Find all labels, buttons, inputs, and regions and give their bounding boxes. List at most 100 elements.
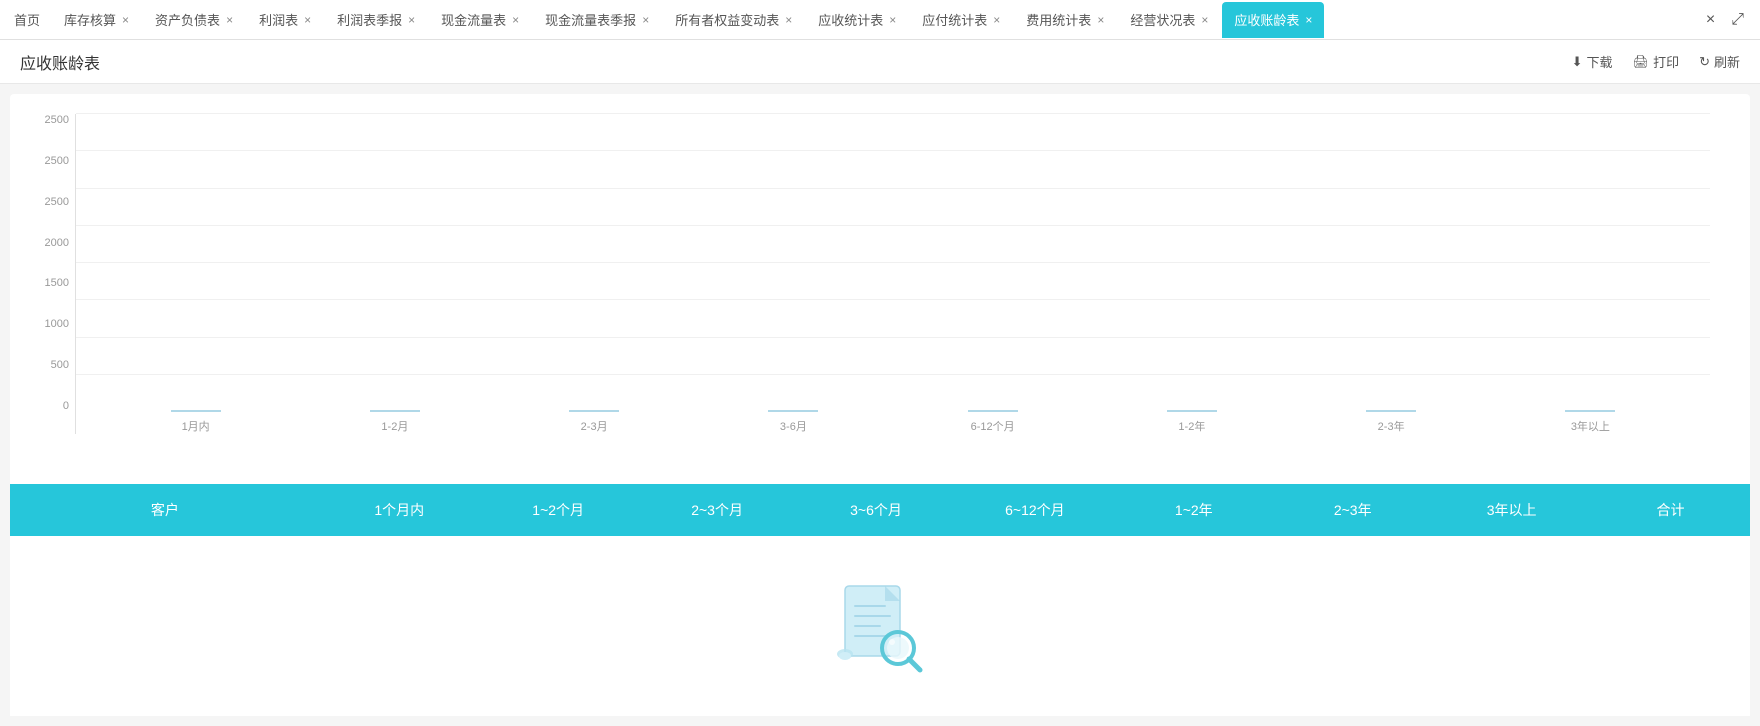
tab-aging-close[interactable]: × xyxy=(1305,13,1312,27)
tab-bar: 首页 库存核算 × 资产负债表 × 利润表 × 利润表季报 × 现金流量表 × … xyxy=(0,0,1760,40)
tab-cashflow-quarterly-close[interactable]: × xyxy=(642,13,649,27)
bar-2-3m xyxy=(569,410,619,412)
tab-payable-stat-label: 应付统计表 xyxy=(922,10,987,29)
refresh-label: 刷新 xyxy=(1714,52,1740,71)
download-icon: ⬇ xyxy=(1572,54,1583,70)
bar-6-12m xyxy=(968,410,1018,412)
tab-receivable-stat[interactable]: 应收统计表 × xyxy=(806,2,908,38)
tab-operation-close[interactable]: × xyxy=(1201,13,1208,27)
bar-group-1-2m xyxy=(350,410,440,412)
tab-inventory-close[interactable]: × xyxy=(122,13,129,27)
th-1m: 1个月内 xyxy=(320,500,479,520)
th-2-3y: 2~3年 xyxy=(1273,500,1432,520)
print-icon: 🖨 xyxy=(1633,54,1650,70)
tab-balance-close[interactable]: × xyxy=(226,13,233,27)
table-body xyxy=(10,536,1750,716)
th-3-6m: 3~6个月 xyxy=(797,500,956,520)
x-label-1-2y: 1-2年 xyxy=(1147,418,1237,434)
tab-profit-label: 利润表 xyxy=(259,10,298,29)
tab-balance[interactable]: 资产负债表 × xyxy=(143,2,245,38)
tab-receivable-stat-close[interactable]: × xyxy=(889,13,896,27)
x-label-2-3m: 2-3月 xyxy=(549,418,639,434)
x-label-3y-plus: 3年以上 xyxy=(1545,418,1635,434)
th-total: 合计 xyxy=(1591,500,1750,520)
refresh-button[interactable]: ↻ 刷新 xyxy=(1699,52,1740,71)
tab-profit-quarterly-label: 利润表季报 xyxy=(337,10,402,29)
y-label-2500b: 2500 xyxy=(30,155,75,167)
tab-cashflow-close[interactable]: × xyxy=(512,13,519,27)
bar-3y-plus xyxy=(1565,410,1615,412)
th-2-3m: 2~3个月 xyxy=(638,500,797,520)
page-title: 应收账龄表 xyxy=(20,50,100,74)
tab-expense-stat-label: 费用统计表 xyxy=(1026,10,1091,29)
tab-home-label: 首页 xyxy=(14,10,40,29)
th-6-12m: 6~12个月 xyxy=(955,500,1114,520)
tab-home[interactable]: 首页 xyxy=(4,2,50,38)
x-label-1m: 1月内 xyxy=(151,418,241,434)
tab-balance-label: 资产负债表 xyxy=(155,10,220,29)
window-close-button[interactable]: × xyxy=(1702,7,1719,33)
tab-cashflow[interactable]: 现金流量表 × xyxy=(429,2,531,38)
tab-operation[interactable]: 经营状况表 × xyxy=(1118,2,1220,38)
empty-state xyxy=(830,576,930,676)
th-customer: 客户 xyxy=(10,500,320,520)
chart-container: 0 500 1000 1500 2000 2500 2500 2500 xyxy=(30,114,1710,434)
bar-2-3y xyxy=(1366,410,1416,412)
bar-group-2-3y xyxy=(1346,410,1436,412)
bars-container xyxy=(76,114,1710,412)
tab-profit-quarterly[interactable]: 利润表季报 × xyxy=(325,2,427,38)
y-axis: 0 500 1000 1500 2000 2500 2500 2500 xyxy=(30,114,75,434)
bar-group-3-6m xyxy=(748,410,838,412)
empty-illustration xyxy=(830,576,930,676)
tab-profit-close[interactable]: × xyxy=(304,13,311,27)
window-maximize-button[interactable]: ⤢ xyxy=(1727,7,1748,33)
tab-cashflow-label: 现金流量表 xyxy=(441,10,506,29)
th-3y-plus: 3年以上 xyxy=(1432,500,1591,520)
tab-receivable-stat-label: 应收统计表 xyxy=(818,10,883,29)
tab-cashflow-quarterly[interactable]: 现金流量表季报 × xyxy=(533,2,661,38)
tab-inventory[interactable]: 库存核算 × xyxy=(52,2,141,38)
tab-aging[interactable]: 应收账龄表 × xyxy=(1222,2,1324,38)
tab-inventory-label: 库存核算 xyxy=(64,10,116,29)
bar-3-6m xyxy=(768,410,818,412)
bar-group-3y-plus xyxy=(1545,410,1635,412)
print-label: 打印 xyxy=(1653,52,1679,71)
chart-plot: 1月内 1-2月 2-3月 3-6月 6-12个月 1-2年 2-3年 3年以上 xyxy=(75,114,1710,434)
tab-payable-stat-close[interactable]: × xyxy=(993,13,1000,27)
bar-group-1m xyxy=(151,410,241,412)
y-label-2500c: 2500 xyxy=(30,114,75,126)
x-label-1-2m: 1-2月 xyxy=(350,418,440,434)
th-1-2y: 1~2年 xyxy=(1114,500,1273,520)
window-controls: × ⤢ xyxy=(1702,7,1756,33)
refresh-icon: ↻ xyxy=(1699,54,1710,70)
download-label: 下载 xyxy=(1587,52,1613,71)
y-label-0: 0 xyxy=(30,400,75,412)
bar-group-1-2y xyxy=(1147,410,1237,412)
tab-equity[interactable]: 所有者权益变动表 × xyxy=(663,2,804,38)
tab-expense-stat-close[interactable]: × xyxy=(1097,13,1104,27)
y-label-500: 500 xyxy=(30,359,75,371)
y-label-2500a: 2500 xyxy=(30,196,75,208)
main-content: 0 500 1000 1500 2000 2500 2500 2500 xyxy=(10,94,1750,716)
download-button[interactable]: ⬇ 下载 xyxy=(1572,52,1613,71)
tab-cashflow-quarterly-label: 现金流量表季报 xyxy=(545,10,636,29)
tab-payable-stat[interactable]: 应付统计表 × xyxy=(910,2,1012,38)
tab-expense-stat[interactable]: 费用统计表 × xyxy=(1014,2,1116,38)
tab-profit[interactable]: 利润表 × xyxy=(247,2,323,38)
x-label-2-3y: 2-3年 xyxy=(1346,418,1436,434)
tab-operation-label: 经营状况表 xyxy=(1130,10,1195,29)
bar-group-6-12m xyxy=(948,410,1038,412)
tab-equity-label: 所有者权益变动表 xyxy=(675,10,779,29)
y-label-1500: 1500 xyxy=(30,277,75,289)
chart-area: 0 500 1000 1500 2000 2500 2500 2500 xyxy=(10,94,1750,484)
print-button[interactable]: 🖨 打印 xyxy=(1633,52,1680,71)
table-header: 客户 1个月内 1~2个月 2~3个月 3~6个月 6~12个月 1~2年 2~… xyxy=(10,484,1750,536)
tab-equity-close[interactable]: × xyxy=(785,13,792,27)
x-label-6-12m: 6-12个月 xyxy=(948,418,1038,434)
tab-profit-quarterly-close[interactable]: × xyxy=(408,13,415,27)
x-label-3-6m: 3-6月 xyxy=(748,418,838,434)
bar-group-2-3m xyxy=(549,410,639,412)
tab-aging-label: 应收账龄表 xyxy=(1234,10,1299,29)
bar-1-2m xyxy=(370,410,420,412)
y-label-2000: 2000 xyxy=(30,237,75,249)
